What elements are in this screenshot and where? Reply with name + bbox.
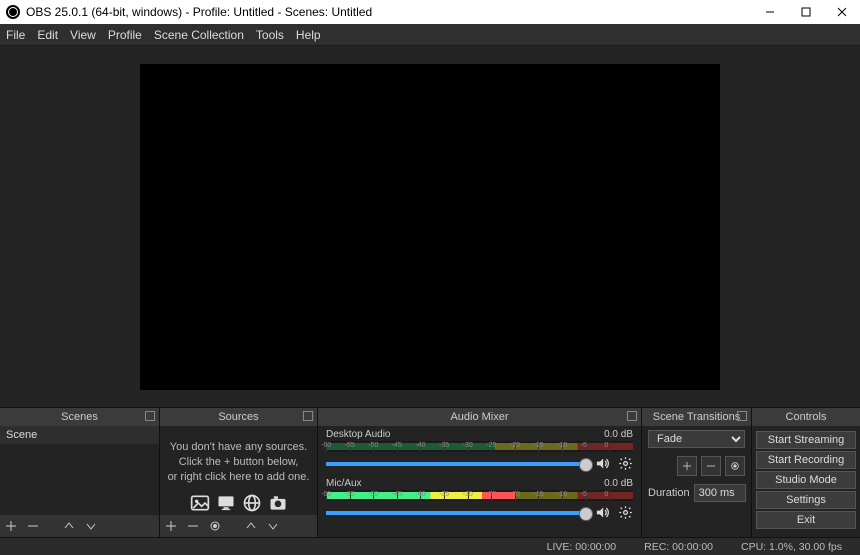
mixer-body: Desktop Audio 0.0 dB -60-55-50-45-40-35-…	[318, 426, 641, 537]
globe-icon	[242, 493, 262, 515]
status-live: LIVE: 00:00:00	[547, 541, 616, 553]
sources-empty-text: or right click here to add one.	[160, 470, 317, 485]
remove-transition-button[interactable]	[701, 456, 721, 476]
popout-icon[interactable]	[145, 411, 155, 421]
menu-edit[interactable]: Edit	[37, 28, 58, 42]
transitions-title: Scene Transitions	[653, 411, 740, 423]
docks-row: Scenes Scene Sources You don't	[0, 407, 860, 537]
window-title: OBS 25.0.1 (64-bit, windows) - Profile: …	[26, 5, 752, 19]
popout-icon[interactable]	[627, 411, 637, 421]
scene-item[interactable]: Scene	[0, 426, 159, 444]
sources-empty-text: Click the + button below,	[160, 455, 317, 470]
settings-button[interactable]: Settings	[756, 491, 855, 509]
start-recording-button[interactable]: Start Recording	[756, 451, 855, 469]
scenes-header: Scenes	[0, 408, 159, 426]
menu-help[interactable]: Help	[296, 28, 321, 42]
channel-db: 0.0 dB	[604, 478, 633, 489]
menu-view[interactable]: View	[70, 28, 96, 42]
status-cpu: CPU: 1.0%, 30.00 fps	[741, 541, 842, 553]
controls-title: Controls	[786, 411, 827, 423]
volume-slider[interactable]	[326, 511, 587, 515]
sources-title: Sources	[218, 411, 258, 423]
channel-db: 0.0 dB	[604, 429, 633, 440]
channel-name: Mic/Aux	[326, 478, 362, 489]
scenes-title: Scenes	[61, 411, 98, 423]
add-source-button[interactable]	[164, 519, 178, 533]
add-transition-button[interactable]	[677, 456, 697, 476]
sources-empty-text: You don't have any sources.	[160, 440, 317, 455]
controls-body: Start Streaming Start Recording Studio M…	[752, 426, 860, 537]
start-streaming-button[interactable]: Start Streaming	[756, 431, 855, 449]
move-scene-up-button[interactable]	[62, 519, 76, 533]
controls-header: Controls	[752, 408, 860, 426]
transitions-body: Fade Duration	[642, 426, 751, 537]
vu-meter: -60-55-50-45-40-35-30-25-20-15-10-50	[326, 441, 633, 452]
mixer-header: Audio Mixer	[318, 408, 641, 426]
scenes-toolbar	[0, 515, 159, 537]
menu-file[interactable]: File	[6, 28, 25, 42]
remove-source-button[interactable]	[186, 519, 200, 533]
transition-select[interactable]: Fade	[648, 430, 745, 448]
menu-scene-collection[interactable]: Scene Collection	[154, 28, 244, 42]
popout-icon[interactable]	[737, 411, 747, 421]
transitions-header: Scene Transitions	[642, 408, 751, 426]
gear-icon[interactable]	[618, 505, 633, 520]
camera-icon	[268, 493, 288, 515]
exit-button[interactable]: Exit	[756, 511, 855, 529]
speaker-icon[interactable]	[595, 456, 610, 471]
studio-mode-button[interactable]: Studio Mode	[756, 471, 855, 489]
sources-panel: Sources You don't have any sources. Clic…	[160, 408, 318, 537]
channel-name: Desktop Audio	[326, 429, 391, 440]
move-source-up-button[interactable]	[244, 519, 258, 533]
menu-tools[interactable]: Tools	[256, 28, 284, 42]
move-scene-down-button[interactable]	[84, 519, 98, 533]
preview-area	[0, 46, 860, 407]
app-icon	[6, 5, 20, 19]
add-scene-button[interactable]	[4, 519, 18, 533]
source-properties-button[interactable]	[208, 519, 222, 533]
gear-icon[interactable]	[618, 456, 633, 471]
preview-canvas[interactable]	[140, 64, 720, 390]
audio-mixer-panel: Audio Mixer Desktop Audio 0.0 dB -60-55-…	[318, 408, 642, 537]
remove-scene-button[interactable]	[26, 519, 40, 533]
minimize-button[interactable]	[752, 0, 788, 24]
statusbar: LIVE: 00:00:00 REC: 00:00:00 CPU: 1.0%, …	[0, 537, 860, 555]
display-icon	[216, 493, 236, 515]
transitions-panel: Scene Transitions Fade Duration	[642, 408, 752, 537]
menu-profile[interactable]: Profile	[108, 28, 142, 42]
mixer-channel: Desktop Audio 0.0 dB -60-55-50-45-40-35-…	[318, 426, 641, 475]
vu-meter: -60-55-50-45-40-35-30-25-20-15-10-50	[326, 490, 633, 501]
sources-list[interactable]: You don't have any sources. Click the + …	[160, 426, 317, 515]
maximize-button[interactable]	[788, 0, 824, 24]
mixer-channel: Mic/Aux 0.0 dB -60-55-50-45-40-35-30-25-…	[318, 475, 641, 524]
app-window: OBS 25.0.1 (64-bit, windows) - Profile: …	[0, 0, 860, 555]
transition-properties-button[interactable]	[725, 456, 745, 476]
duration-label: Duration	[648, 487, 690, 499]
titlebar: OBS 25.0.1 (64-bit, windows) - Profile: …	[0, 0, 860, 24]
close-button[interactable]	[824, 0, 860, 24]
sources-header: Sources	[160, 408, 317, 426]
speaker-icon[interactable]	[595, 505, 610, 520]
move-source-down-button[interactable]	[266, 519, 280, 533]
menubar: File Edit View Profile Scene Collection …	[0, 24, 860, 46]
volume-slider[interactable]	[326, 462, 587, 466]
sources-toolbar	[160, 515, 317, 537]
duration-input[interactable]	[694, 484, 746, 502]
scenes-list[interactable]: Scene	[0, 426, 159, 515]
scenes-panel: Scenes Scene	[0, 408, 160, 537]
controls-panel: Controls Start Streaming Start Recording…	[752, 408, 860, 537]
mixer-title: Audio Mixer	[450, 411, 508, 423]
popout-icon[interactable]	[303, 411, 313, 421]
status-rec: REC: 00:00:00	[644, 541, 713, 553]
image-icon	[190, 493, 210, 515]
